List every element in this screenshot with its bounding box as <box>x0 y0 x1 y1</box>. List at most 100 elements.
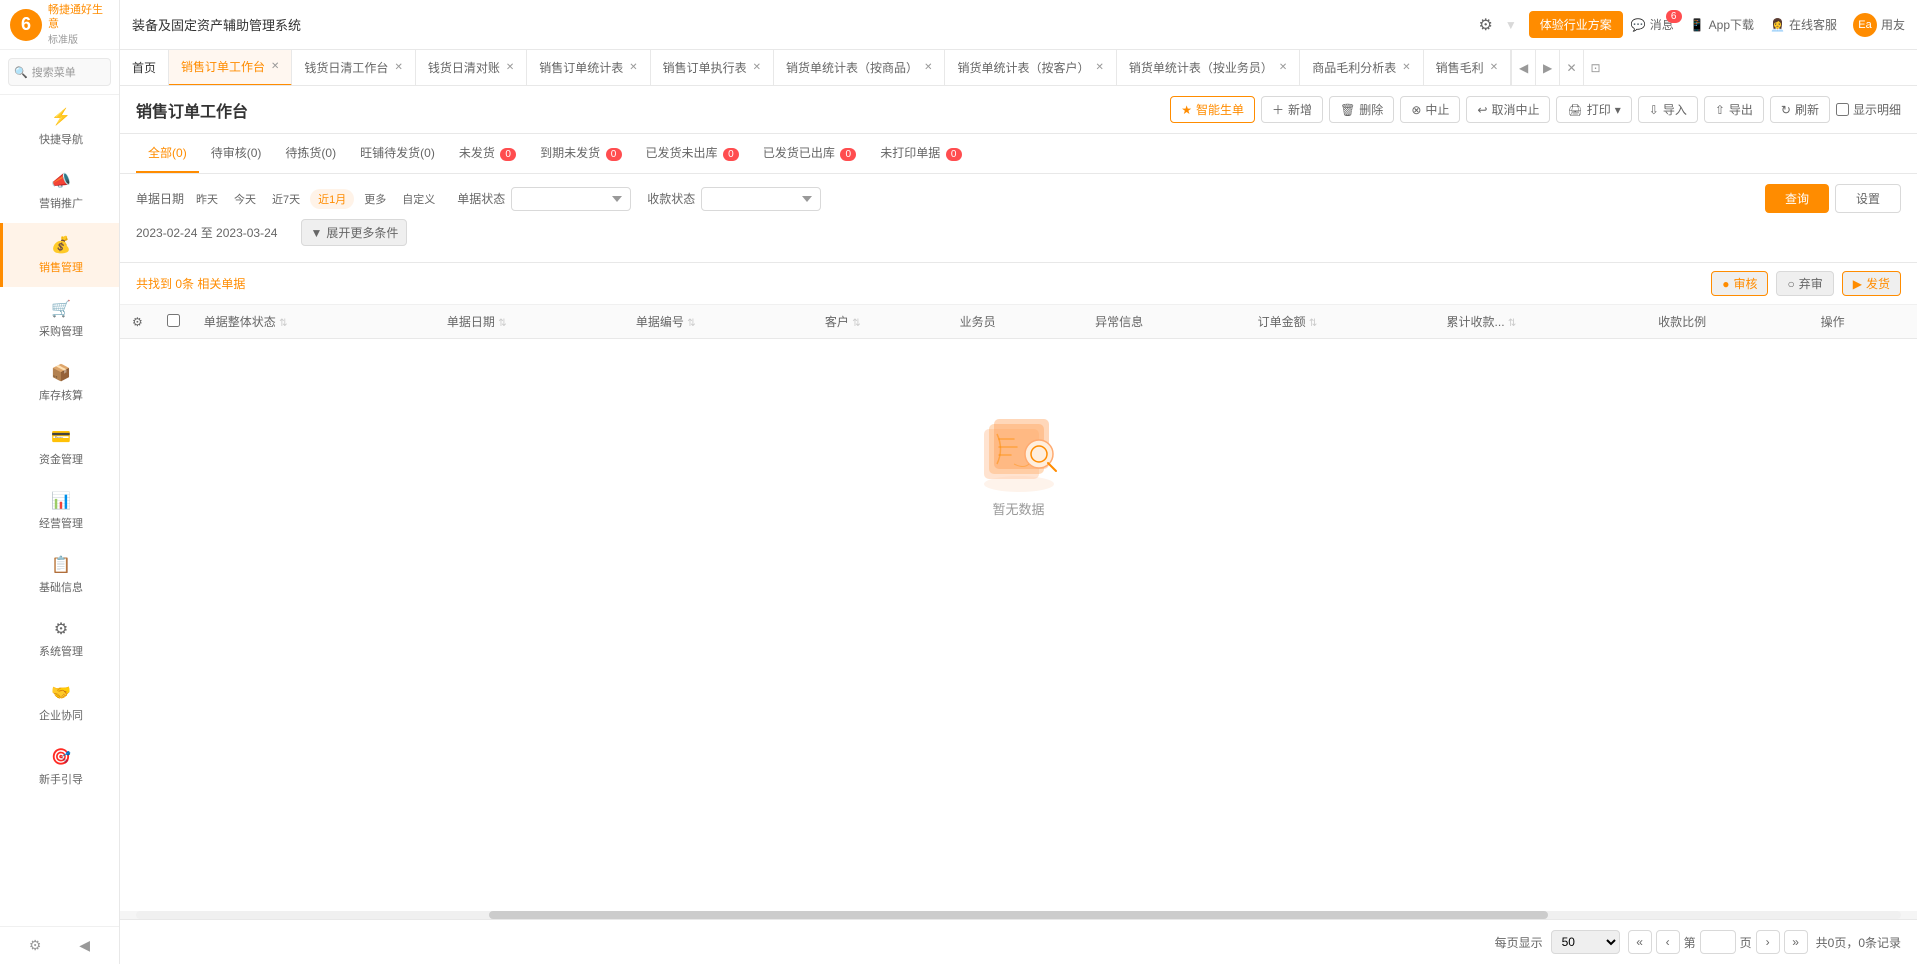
sort-amount-icon[interactable]: ⇅ <box>1309 318 1317 329</box>
prev-page-btn[interactable]: ‹ <box>1656 930 1680 954</box>
message-btn[interactable]: 💬 消息 6 <box>1631 16 1674 33</box>
tab-sales-customer[interactable]: 销货单统计表（按客户） ✕ <box>945 50 1116 86</box>
tab-close-btn[interactable]: ✕ <box>394 62 402 73</box>
tab-prev-btn[interactable]: ◀ <box>1511 50 1535 86</box>
export-button[interactable]: ⇧ 导出 <box>1704 96 1764 123</box>
tab-close-btn[interactable]: ✕ <box>1402 62 1410 73</box>
tab-next-btn[interactable]: ▶ <box>1535 50 1559 86</box>
tab-sales-staff[interactable]: 销货单统计表（按业务员） ✕ <box>1117 50 1300 86</box>
first-page-btn[interactable]: « <box>1628 930 1652 954</box>
sidebar-item-guide[interactable]: 🎯 新手引导 <box>0 735 119 799</box>
sort-status-icon[interactable]: ⇅ <box>279 318 287 329</box>
print-button[interactable]: 🖨 打印 ▾ <box>1556 96 1631 123</box>
expand-conditions-btn[interactable]: ▼ 展开更多条件 <box>301 219 407 246</box>
query-button[interactable]: 查询 <box>1765 184 1829 213</box>
date-custom-btn[interactable]: 自定义 <box>396 189 441 209</box>
sub-tab-shop-pending[interactable]: 旺铺待发货(0) <box>348 134 447 173</box>
tab-close-btn[interactable]: ✕ <box>271 61 279 72</box>
top-header: 装备及固定资产辅助管理系统 ⚙ ▼ 体验行业方案 💬 消息 6 📱 App下载 … <box>120 0 1917 50</box>
date-yesterday-btn[interactable]: 昨天 <box>190 189 224 209</box>
sidebar-item-inventory[interactable]: 📦 库存核算 <box>0 351 119 415</box>
show-detail-checkbox[interactable] <box>1836 103 1849 116</box>
online-service-btn[interactable]: 👩‍💼 在线客服 <box>1770 16 1837 33</box>
sort-customer-icon[interactable]: ⇅ <box>852 318 860 329</box>
sub-tab-pending-review[interactable]: 待审核(0) <box>199 134 274 173</box>
sort-date-icon[interactable]: ⇅ <box>498 318 506 329</box>
set-button[interactable]: 设置 <box>1835 184 1901 213</box>
stop-button[interactable]: ⊗ 中止 <box>1400 96 1460 123</box>
sub-tab-overdue-ship[interactable]: 到期未发货 0 <box>528 134 633 173</box>
add-button[interactable]: ＋ 新增 <box>1261 96 1323 123</box>
sidebar-item-quick-nav[interactable]: ⚡ 快捷导航 <box>0 95 119 159</box>
tab-daily-clear[interactable]: 钱货日清工作台 ✕ <box>292 50 415 86</box>
horizontal-scrollbar[interactable] <box>136 911 1901 919</box>
sort-number-icon[interactable]: ⇅ <box>687 318 695 329</box>
tab-sales-workbench[interactable]: 销售订单工作台 ✕ <box>169 50 292 86</box>
sub-tab-shipped-not-out[interactable]: 已发货未出库 0 <box>634 134 751 173</box>
tab-sales-product[interactable]: 销货单统计表（按商品） ✕ <box>774 50 945 86</box>
select-all-checkbox[interactable] <box>167 314 180 327</box>
ship-button[interactable]: ▶ 发货 <box>1842 271 1901 296</box>
sidebar-item-operations[interactable]: 📊 经营管理 <box>0 479 119 543</box>
tab-label: 销售订单执行表 <box>663 59 747 76</box>
sidebar-item-system[interactable]: ⚙ 系统管理 <box>0 607 119 671</box>
tab-close-btn[interactable]: ✕ <box>506 62 514 73</box>
tab-sales-margin[interactable]: 销售毛利 ✕ <box>1424 50 1511 86</box>
sidebar-item-enterprise[interactable]: 🤝 企业协同 <box>0 671 119 735</box>
date-more-btn[interactable]: 更多 <box>358 189 392 209</box>
sub-tab-all[interactable]: 全部(0) <box>136 134 199 173</box>
date-1month-btn[interactable]: 近1月 <box>310 189 354 209</box>
sub-tab-not-shipped[interactable]: 未发货 0 <box>447 134 528 173</box>
sidebar-item-marketing[interactable]: 📣 营销推广 <box>0 159 119 223</box>
sort-received-icon[interactable]: ⇅ <box>1508 318 1516 329</box>
sub-tab-shipped-out[interactable]: 已发货已出库 0 <box>751 134 868 173</box>
header-gear-btn[interactable]: ⚙ <box>1478 15 1492 35</box>
delete-button[interactable]: 🗑 删除 <box>1329 96 1394 123</box>
app-download-btn[interactable]: 📱 App下载 <box>1690 16 1754 33</box>
settings-icon[interactable]: ⚙ <box>132 315 143 329</box>
status-select[interactable] <box>511 187 631 211</box>
tab-close-btn[interactable]: ✕ <box>629 62 637 73</box>
scroll-thumb[interactable] <box>489 911 1548 919</box>
smart-generate-button[interactable]: ★ 智能生单 <box>1170 96 1255 123</box>
sidebar-item-purchase[interactable]: 🛒 采购管理 <box>0 287 119 351</box>
import-button[interactable]: ⇩ 导入 <box>1638 96 1698 123</box>
sub-tab-pending-pick[interactable]: 待拣货(0) <box>273 134 348 173</box>
settings-footer-btn[interactable]: ⚙ <box>29 937 42 954</box>
sub-tab-not-printed[interactable]: 未打印单据 0 <box>868 134 973 173</box>
pagination-bar: 每页显示 50 100 200 « ‹ 第 1 页 <box>120 919 1917 964</box>
tab-close-all-btn[interactable]: ✕ <box>1559 50 1583 86</box>
tab-close-btn[interactable]: ✕ <box>1095 62 1103 73</box>
last-page-btn[interactable]: » <box>1784 930 1808 954</box>
refresh-button[interactable]: ↻ 刷新 <box>1770 96 1830 123</box>
page-input[interactable]: 1 <box>1700 930 1736 954</box>
tab-gross-profit[interactable]: 商品毛利分析表 ✕ <box>1300 50 1423 86</box>
audit-button[interactable]: ● 审核 <box>1711 271 1768 296</box>
collapse-btn[interactable]: ◀ <box>79 937 90 954</box>
tab-close-btn[interactable]: ✕ <box>1279 62 1287 73</box>
tab-close-btn[interactable]: ✕ <box>924 62 932 73</box>
date-today-btn[interactable]: 今天 <box>228 189 262 209</box>
sidebar-item-basic-info[interactable]: 📋 基础信息 <box>0 543 119 607</box>
tab-expand-btn[interactable]: ⊡ <box>1583 50 1607 86</box>
show-detail-toggle[interactable]: 显示明细 <box>1836 101 1901 118</box>
payment-select[interactable] <box>701 187 821 211</box>
solution-button[interactable]: 体验行业方案 <box>1529 11 1623 38</box>
sidebar-item-finance[interactable]: 💳 资金管理 <box>0 415 119 479</box>
cancel-stop-button[interactable]: ↩ 取消中止 <box>1466 96 1550 123</box>
date-range-display: 2023-02-24 至 2023-03-24 <box>136 224 277 241</box>
expand-btn-label: 展开更多条件 <box>326 224 398 241</box>
user-btn[interactable]: Ea 用友 <box>1853 13 1905 37</box>
search-menu-button[interactable]: 🔍 搜索菜单 <box>8 58 111 86</box>
tab-home[interactable]: 首页 <box>120 50 169 86</box>
sidebar-item-sales[interactable]: 💰 销售管理 <box>0 223 119 287</box>
next-page-btn[interactable]: › <box>1756 930 1780 954</box>
tab-close-btn[interactable]: ✕ <box>753 62 761 73</box>
tab-close-btn[interactable]: ✕ <box>1490 62 1498 73</box>
date-7days-btn[interactable]: 近7天 <box>266 189 306 209</box>
tab-sales-exec[interactable]: 销售订单执行表 ✕ <box>651 50 774 86</box>
abandon-button[interactable]: ○ 弃审 <box>1776 271 1833 296</box>
tab-sales-stats[interactable]: 销售订单统计表 ✕ <box>527 50 650 86</box>
tab-daily-reconcile[interactable]: 钱货日清对账 ✕ <box>416 50 527 86</box>
per-page-select[interactable]: 50 100 200 <box>1551 930 1620 954</box>
